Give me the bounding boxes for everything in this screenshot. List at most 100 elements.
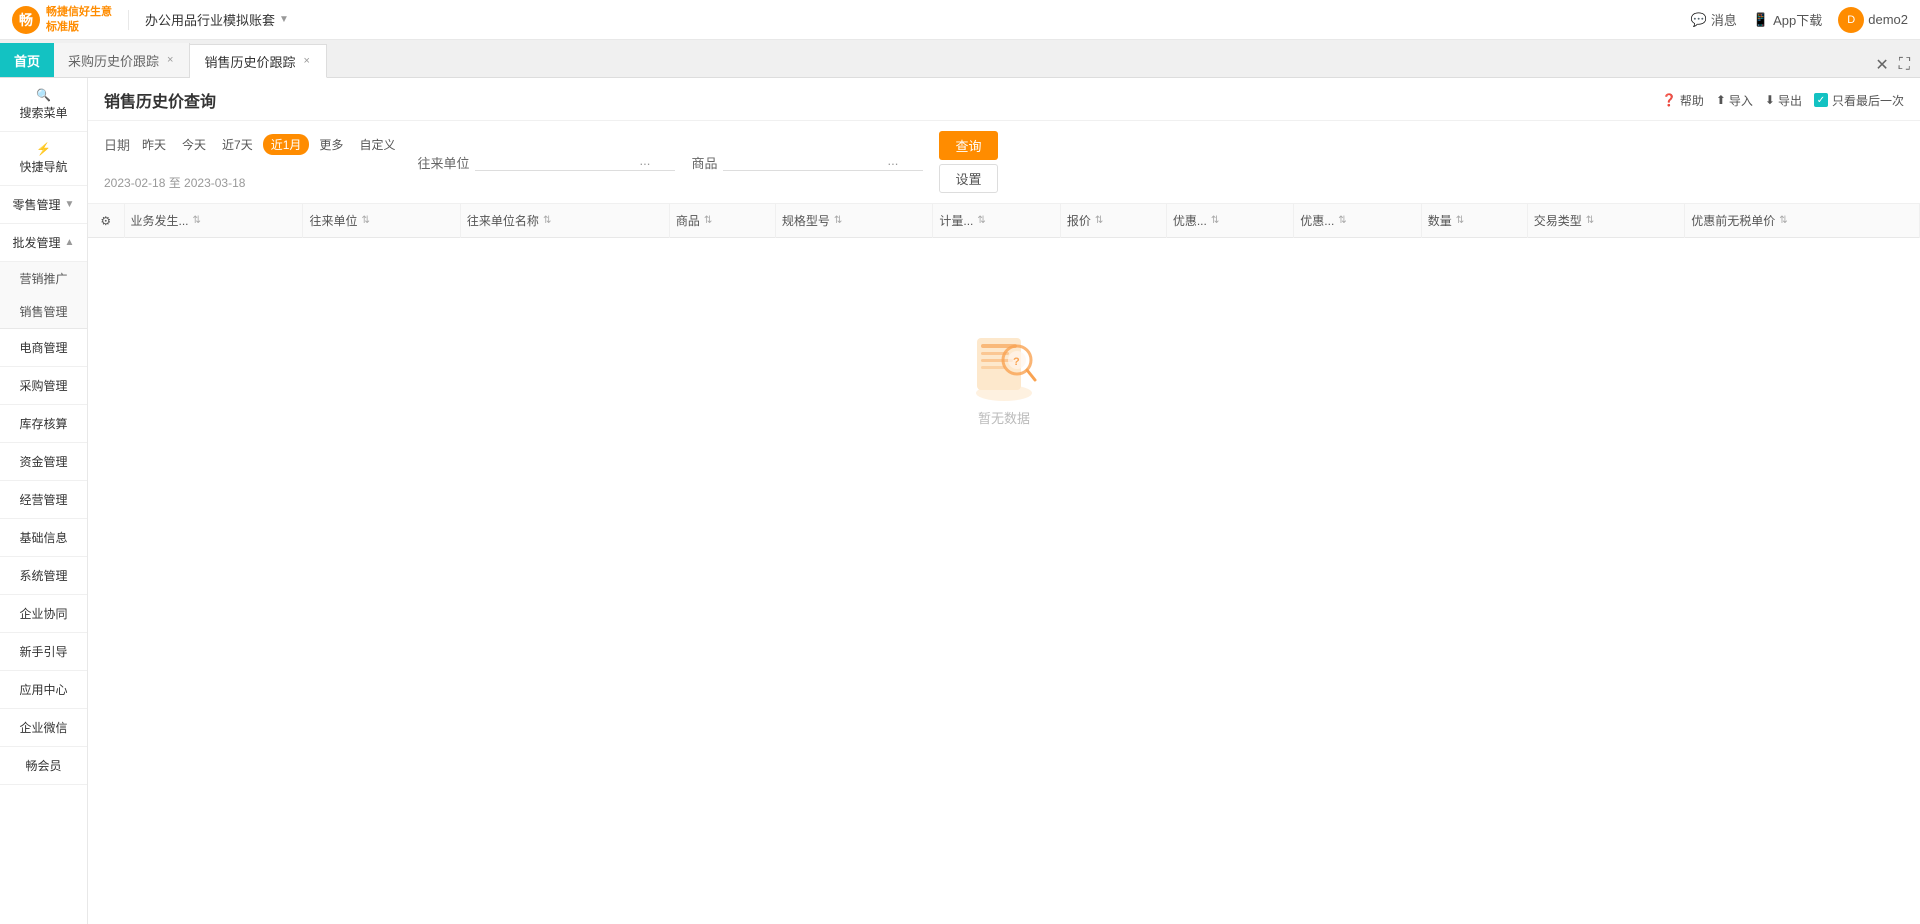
settings-icon: ⚙ (100, 214, 111, 228)
content-area: 销售历史价查询 ❓ 帮助 ⬆ 导入 ⬇ 导出 ✓ 只看最后一次 (88, 78, 1920, 924)
setting-button[interactable]: 设置 (939, 164, 997, 193)
app-selector-label: 办公用品行业模拟账套 (145, 10, 275, 29)
sidebar-item-enterprise[interactable]: 企业协同 (0, 595, 87, 633)
only-last-checkbox[interactable]: ✓ (1814, 93, 1828, 107)
sidebar-item-ecommerce[interactable]: 电商管理 (0, 329, 87, 367)
th-partner-code[interactable]: 往来单位 ⇅ (303, 204, 460, 238)
sort-icon-goods: ⇅ (704, 215, 712, 226)
th-trade-type[interactable]: 交易类型 ⇅ (1527, 204, 1684, 238)
import-button[interactable]: ⬆ 导入 (1716, 92, 1753, 109)
source-label: 往来单位 (417, 153, 469, 172)
filter-bar: 日期 昨天 今天 近7天 近1月 更多 自定义 2023-02-18 至 202… (88, 121, 1920, 204)
tab-purchase[interactable]: 采购历史价跟踪 × (54, 43, 190, 77)
search-icon: 🔍 (36, 88, 51, 102)
th-spec[interactable]: 规格型号 ⇅ (775, 204, 932, 238)
export-button[interactable]: ⬇ 导出 (1765, 92, 1802, 109)
sidebar-item-guide[interactable]: 新手引导 (0, 633, 87, 671)
quick-nav-icon: ⚡ (36, 142, 51, 156)
help-icon: ❓ (1662, 93, 1677, 107)
date-btn-today[interactable]: 今天 (176, 134, 212, 155)
tab-home[interactable]: 首页 (0, 43, 54, 77)
sidebar-item-search[interactable]: 🔍 搜索菜单 (0, 78, 87, 132)
help-button[interactable]: ❓ 帮助 (1662, 92, 1704, 109)
date-btn-custom[interactable]: 自定义 (353, 134, 401, 155)
date-btn-yesterday[interactable]: 昨天 (136, 134, 172, 155)
tab-home-label: 首页 (14, 51, 40, 70)
header-divider (128, 10, 129, 30)
sidebar-item-apps[interactable]: 应用中心 (0, 671, 87, 709)
sidebar-item-finance[interactable]: 资金管理 (0, 443, 87, 481)
app-download-button[interactable]: 📱 App下载 (1753, 10, 1822, 29)
empty-illustration: ? (959, 318, 1049, 408)
sidebar-item-sales-mgmt[interactable]: 销售管理 (0, 295, 87, 328)
filter-actions: 查询 设置 (939, 131, 997, 193)
th-goods[interactable]: 商品 ⇅ (669, 204, 775, 238)
app-download-icon: 📱 (1753, 12, 1769, 28)
th-biz-date[interactable]: 业务发生... ⇅ (124, 204, 303, 238)
main-layout: 🔍 搜索菜单 ⚡ 快捷导航 零售管理 ▼ 批发管理 ▲ 营销推广 销售管理 电商… (0, 78, 1920, 924)
avatar: D (1838, 7, 1864, 33)
sidebar-item-wholesale[interactable]: 批发管理 ▲ (0, 224, 87, 262)
sort-icon-biz-date: ⇅ (193, 215, 201, 226)
sort-icon-partner-code: ⇅ (361, 215, 369, 226)
date-filter-group: 日期 昨天 今天 近7天 近1月 更多 自定义 2023-02-18 至 202… (104, 134, 401, 191)
date-btn-more[interactable]: 更多 (313, 134, 349, 155)
import-icon: ⬆ (1716, 93, 1726, 107)
tab-sales[interactable]: 销售历史价跟踪 × (190, 44, 326, 78)
tab-sales-label: 销售历史价跟踪 (204, 52, 295, 71)
goods-ellipsis-btn[interactable]: ... (887, 153, 898, 168)
message-icon: 💬 (1691, 12, 1707, 28)
sidebar-item-purchase[interactable]: 采购管理 (0, 367, 87, 405)
th-discount1[interactable]: 优惠... ⇅ (1166, 204, 1293, 238)
th-quote[interactable]: 报价 ⇅ (1060, 204, 1166, 238)
chevron-down-icon: ▼ (279, 14, 289, 25)
source-filter-group: 往来单位 ... (417, 153, 675, 172)
query-button[interactable]: 查询 (939, 131, 997, 160)
sidebar-item-basic[interactable]: 基础信息 (0, 519, 87, 557)
app-selector[interactable]: 办公用品行业模拟账套 ▼ (145, 10, 289, 29)
goods-label: 商品 (691, 153, 717, 172)
source-input[interactable] (475, 153, 635, 168)
sidebar-item-member[interactable]: 畅会员 (0, 747, 87, 785)
date-btn-7days[interactable]: 近7天 (216, 134, 259, 155)
th-discount2[interactable]: 优惠... ⇅ (1294, 204, 1421, 238)
sidebar-item-inventory[interactable]: 库存核算 (0, 405, 87, 443)
th-qty[interactable]: 数量 ⇅ (1421, 204, 1527, 238)
empty-state: ? 暂无数据 (88, 238, 1920, 507)
goods-input[interactable] (723, 153, 883, 168)
sort-icon-spec: ⇅ (834, 215, 842, 226)
only-last-checkbox-area[interactable]: ✓ 只看最后一次 (1814, 92, 1904, 109)
sidebar-item-wechat[interactable]: 企业微信 (0, 709, 87, 747)
close-tab-btn[interactable]: ✕ (1873, 53, 1890, 77)
page-header: 销售历史价查询 ❓ 帮助 ⬆ 导入 ⬇ 导出 ✓ 只看最后一次 (88, 78, 1920, 121)
goods-input-area: ... (723, 153, 923, 171)
user-area[interactable]: D demo2 (1838, 7, 1908, 33)
tab-purchase-close[interactable]: × (165, 53, 175, 67)
source-input-area: ... (475, 153, 675, 171)
sidebar-item-marketing[interactable]: 营销推广 (0, 262, 87, 295)
sidebar-item-retail[interactable]: 零售管理 ▼ (0, 186, 87, 224)
goods-filter-group: 商品 ... (691, 153, 923, 172)
table-header-row: ⚙ 业务发生... ⇅ 往来单位 ⇅ (88, 204, 1920, 238)
source-ellipsis-btn[interactable]: ... (639, 153, 650, 168)
logo-area: 畅 畅捷信好生意 标准版 (12, 5, 112, 34)
page-title: 销售历史价查询 (104, 88, 216, 112)
maximize-tab-btn[interactable]: ⛶ (1897, 54, 1912, 76)
th-partner-name[interactable]: 往来单位名称 ⇅ (460, 204, 669, 238)
svg-text:?: ? (1013, 356, 1020, 368)
sidebar-item-operations[interactable]: 经营管理 (0, 481, 87, 519)
sidebar-item-system[interactable]: 系统管理 (0, 557, 87, 595)
th-settings[interactable]: ⚙ (88, 204, 124, 238)
message-button[interactable]: 💬 消息 (1691, 10, 1737, 29)
th-pretax-price[interactable]: 优惠前无税单价 ⇅ (1685, 204, 1920, 238)
date-btn-1month[interactable]: 近1月 (263, 134, 310, 155)
sidebar-wholesale-section: 营销推广 销售管理 (0, 262, 87, 329)
header-right: 💬 消息 📱 App下载 D demo2 (1691, 7, 1908, 33)
sort-icon-discount1: ⇅ (1211, 215, 1219, 226)
logo-icon: 畅 (12, 6, 40, 34)
sidebar-item-quick[interactable]: ⚡ 快捷导航 (0, 132, 87, 186)
tab-sales-close[interactable]: × (301, 54, 311, 68)
date-label: 日期 (104, 135, 130, 154)
th-unit[interactable]: 计量... ⇅ (933, 204, 1060, 238)
sort-icon-partner-name: ⇅ (543, 215, 551, 226)
